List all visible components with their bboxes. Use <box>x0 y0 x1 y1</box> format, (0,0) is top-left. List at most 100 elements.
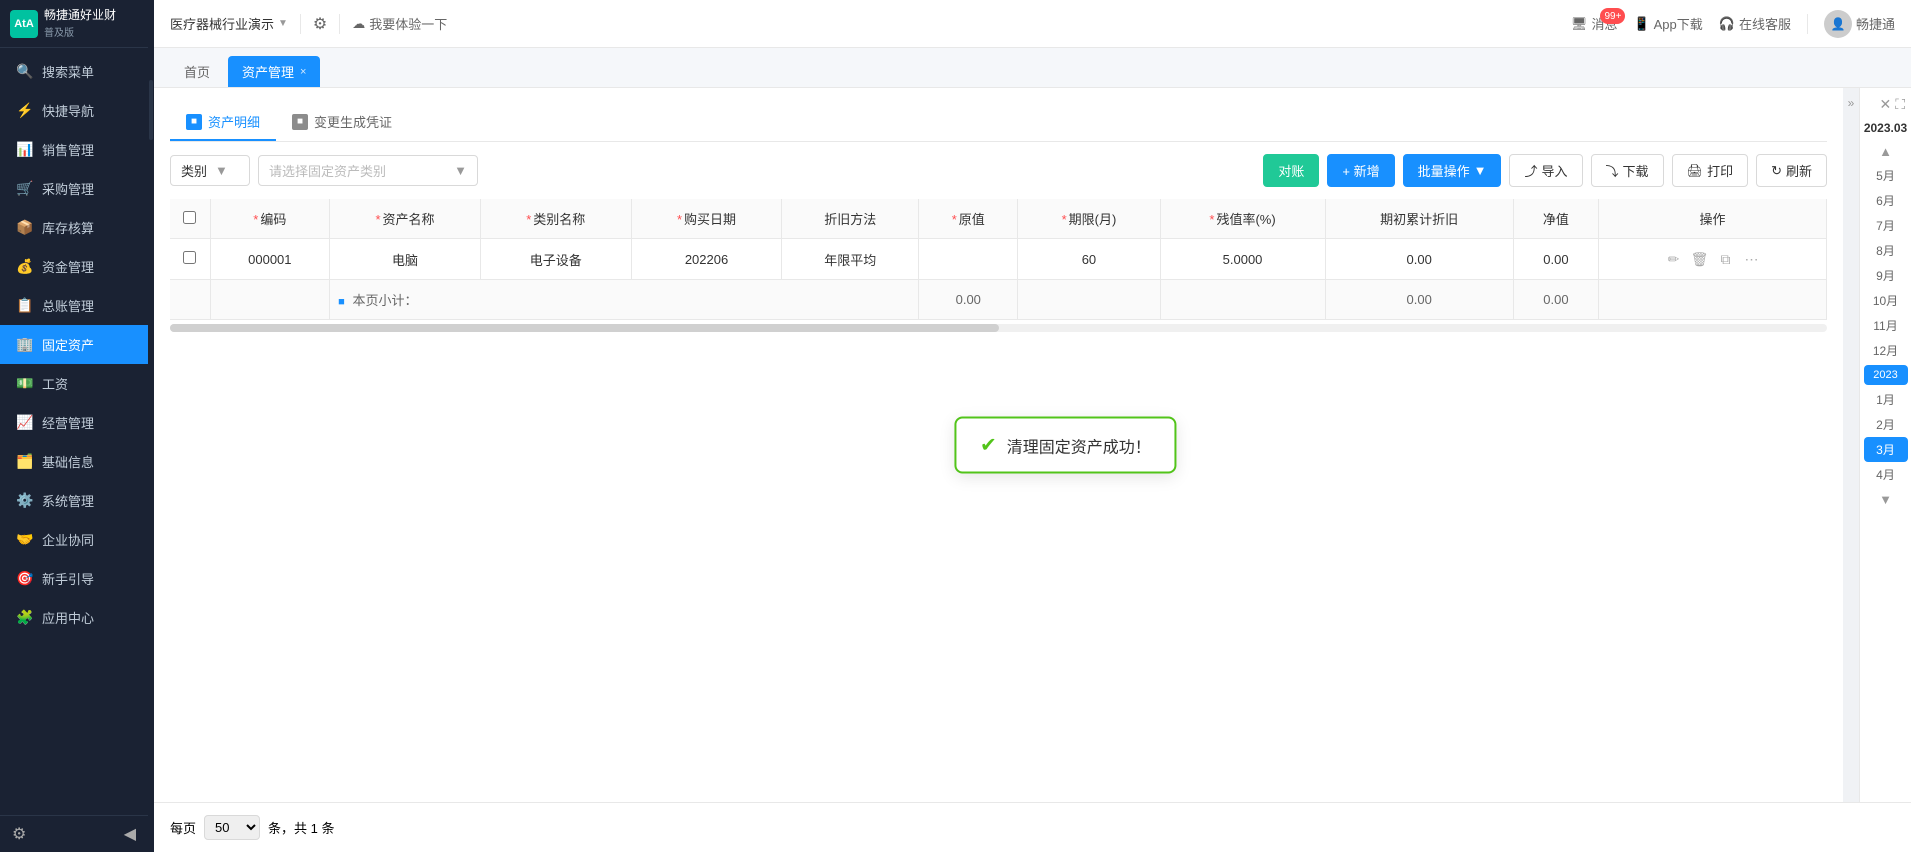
export-btn[interactable]: ⤴ 导入 <box>1509 154 1582 187</box>
sidebar-item-guide[interactable]: 🎯 新手引导 <box>0 559 148 598</box>
sidebar: AtA 畅捷通好业财 普及版 🔍 搜索菜单 ⚡ 快捷导航 📊 销售管理 🛒 采购… <box>0 0 148 852</box>
calendar-scroll-down[interactable]: ▼ <box>1874 487 1898 511</box>
calendar-month-1[interactable]: 1月 <box>1864 387 1908 412</box>
row-checkbox[interactable] <box>183 251 196 264</box>
chevron-right-icon: » <box>1848 96 1855 110</box>
calendar-month-3-current[interactable]: 3月 <box>1864 437 1908 462</box>
payroll-icon: 💵 <box>16 375 34 393</box>
message-icon: 🖥 <box>1571 16 1588 32</box>
company-selector[interactable]: 医疗器械行业演示 ▼ <box>170 14 288 33</box>
calendar-month-5[interactable]: 5月 <box>1864 163 1908 188</box>
collapse-panel-btn[interactable]: » <box>1843 88 1859 802</box>
download-icon: ⤵ <box>1606 161 1619 180</box>
sidebar-item-label: 销售管理 <box>42 140 94 159</box>
sidebar-item-search[interactable]: 🔍 搜索菜单 <box>0 52 148 91</box>
sidebar-item-purchase[interactable]: 🛒 采购管理 <box>0 169 148 208</box>
customer-service-btn[interactable]: 🎧 在线客服 <box>1719 14 1791 33</box>
row-category: 电子设备 <box>480 239 631 280</box>
calendar-month-6[interactable]: 6月 <box>1864 188 1908 213</box>
sidebar-item-inventory[interactable]: 📦 库存核算 <box>0 208 148 247</box>
messages-btn[interactable]: 🖥 消息 99+ <box>1571 14 1618 33</box>
messages-badge: 99+ <box>1600 8 1625 24</box>
calendar-month-10[interactable]: 10月 <box>1864 288 1908 313</box>
calendar-scroll-up[interactable]: ▲ <box>1874 139 1898 163</box>
per-page-select[interactable]: 50 10 20 100 <box>204 815 260 840</box>
subtotal-original: 0.00 <box>919 280 1018 320</box>
copy-icon[interactable]: ⧉ <box>1716 249 1736 269</box>
subtotal-label: 本页小计： <box>352 293 417 308</box>
row-checkbox-cell <box>170 239 210 280</box>
calendar-year-2023[interactable]: 2023 <box>1864 365 1908 385</box>
tab-assets-management[interactable]: 资产管理 × <box>228 56 320 87</box>
sidebar-item-label: 基础信息 <box>42 452 94 471</box>
sidebar-nav: 🔍 搜索菜单 ⚡ 快捷导航 📊 销售管理 🛒 采购管理 📦 库存核算 💰 资金管… <box>0 48 148 815</box>
app-download-label: App下载 <box>1654 14 1703 33</box>
calendar-month-2[interactable]: 2月 <box>1864 412 1908 437</box>
settings-icon[interactable]: ⚙ <box>12 824 26 844</box>
delete-icon[interactable]: 🗑 <box>1690 249 1710 269</box>
sales-icon: 📊 <box>16 141 34 159</box>
sidebar-item-finance[interactable]: 💰 资金管理 <box>0 247 148 286</box>
calendar-month-7[interactable]: 7月 <box>1864 213 1908 238</box>
user-menu[interactable]: 👤 畅捷通 <box>1824 10 1895 38</box>
cloud-icon: ☁ <box>352 16 365 32</box>
settings-icon[interactable]: ⚙ <box>313 14 327 34</box>
expand-panel-icon[interactable]: ⛶ <box>1895 96 1905 113</box>
print-btn[interactable]: 🖨 打印 <box>1672 154 1749 187</box>
download-btn[interactable]: ⤵ 下载 <box>1591 154 1664 187</box>
experience-btn[interactable]: ☁ 我要体验一下 <box>352 14 447 33</box>
batch-btn[interactable]: 批量操作 ▼ <box>1403 154 1502 187</box>
calendar-month-11[interactable]: 11月 <box>1864 313 1908 338</box>
sub-tab-voucher[interactable]: ■ 变更生成凭证 <box>276 104 408 141</box>
action-icons: ✏ 🗑 ⧉ ⋯ <box>1607 249 1818 269</box>
sidebar-item-label: 应用中心 <box>42 608 94 627</box>
sidebar-item-management[interactable]: 📈 经营管理 <box>0 403 148 442</box>
sidebar-item-general-ledger[interactable]: 📋 总账管理 <box>0 286 148 325</box>
table-row: 000001 电脑 电子设备 202206 年限平均 60 5.0000 0.0… <box>170 239 1827 280</box>
active-tab-label: 资产管理 <box>242 62 294 81</box>
collapse-sidebar-icon[interactable]: ◀ <box>124 824 136 844</box>
tab-home[interactable]: 首页 <box>170 56 224 87</box>
select-all-checkbox[interactable] <box>183 211 196 224</box>
more-icon[interactable]: ⋯ <box>1742 249 1762 269</box>
sidebar-item-fixed-assets[interactable]: 🏢 固定资产 <box>0 325 148 364</box>
voucher-tab-icon: ■ <box>292 114 308 130</box>
category-input[interactable]: 请选择固定资产类别 ▼ <box>258 155 478 186</box>
horizontal-scrollbar-thumb[interactable] <box>170 324 999 332</box>
sidebar-item-cooperation[interactable]: 🤝 企业协同 <box>0 520 148 559</box>
calendar-month-4[interactable]: 4月 <box>1864 462 1908 487</box>
home-label: 首页 <box>184 65 210 80</box>
sidebar-item-system[interactable]: ⚙️ 系统管理 <box>0 481 148 520</box>
sub-tab-assets[interactable]: ■ 资产明细 <box>170 104 276 141</box>
th-initial-depreciation: 期初累计折旧 <box>1325 199 1513 239</box>
sidebar-item-sales[interactable]: 📊 销售管理 <box>0 130 148 169</box>
app-download-btn[interactable]: 📱 App下载 <box>1633 14 1702 33</box>
sidebar-item-label: 新手引导 <box>42 569 94 588</box>
sub-tab-label: 资产明细 <box>208 112 260 131</box>
sidebar-item-label: 资金管理 <box>42 257 94 276</box>
edit-icon[interactable]: ✏ <box>1664 249 1684 269</box>
subtotal-label-cell: ■ 本页小计： <box>330 280 919 320</box>
row-original-value <box>919 239 1018 280</box>
sidebar-item-label: 库存核算 <box>42 218 94 237</box>
sidebar-item-basic-info[interactable]: 🗂️ 基础信息 <box>0 442 148 481</box>
tab-close-btn[interactable]: × <box>300 66 306 78</box>
app-title-block: 畅捷通好业财 普及版 <box>44 8 116 39</box>
calendar-month-9[interactable]: 9月 <box>1864 263 1908 288</box>
sidebar-item-quick-nav[interactable]: ⚡ 快捷导航 <box>0 91 148 130</box>
ledger-icon: 📋 <box>16 297 34 315</box>
horizontal-scrollbar-track[interactable] <box>170 324 1827 332</box>
close-panel-icon[interactable]: ✕ <box>1879 96 1891 113</box>
calendar-month-12[interactable]: 12月 <box>1864 338 1908 363</box>
category-select[interactable]: 类别 ▼ <box>170 155 250 186</box>
sidebar-item-app-center[interactable]: 🧩 应用中心 <box>0 598 148 637</box>
chevron-down-icon: ▼ <box>215 163 228 178</box>
refresh-btn[interactable]: ↻ 刷新 <box>1756 154 1827 187</box>
main-area: 医疗器械行业演示 ▼ ⚙ ☁ 我要体验一下 🖥 消息 99+ 📱 App下载 🎧… <box>154 0 1911 852</box>
row-actions-cell: ✏ 🗑 ⧉ ⋯ <box>1599 239 1827 280</box>
row-purchase-date: 202206 <box>631 239 782 280</box>
calendar-month-8[interactable]: 8月 <box>1864 238 1908 263</box>
new-btn[interactable]: + 新增 <box>1327 154 1394 187</box>
sidebar-item-payroll[interactable]: 💵 工资 <box>0 364 148 403</box>
reconcile-btn[interactable]: 对账 <box>1263 154 1319 187</box>
